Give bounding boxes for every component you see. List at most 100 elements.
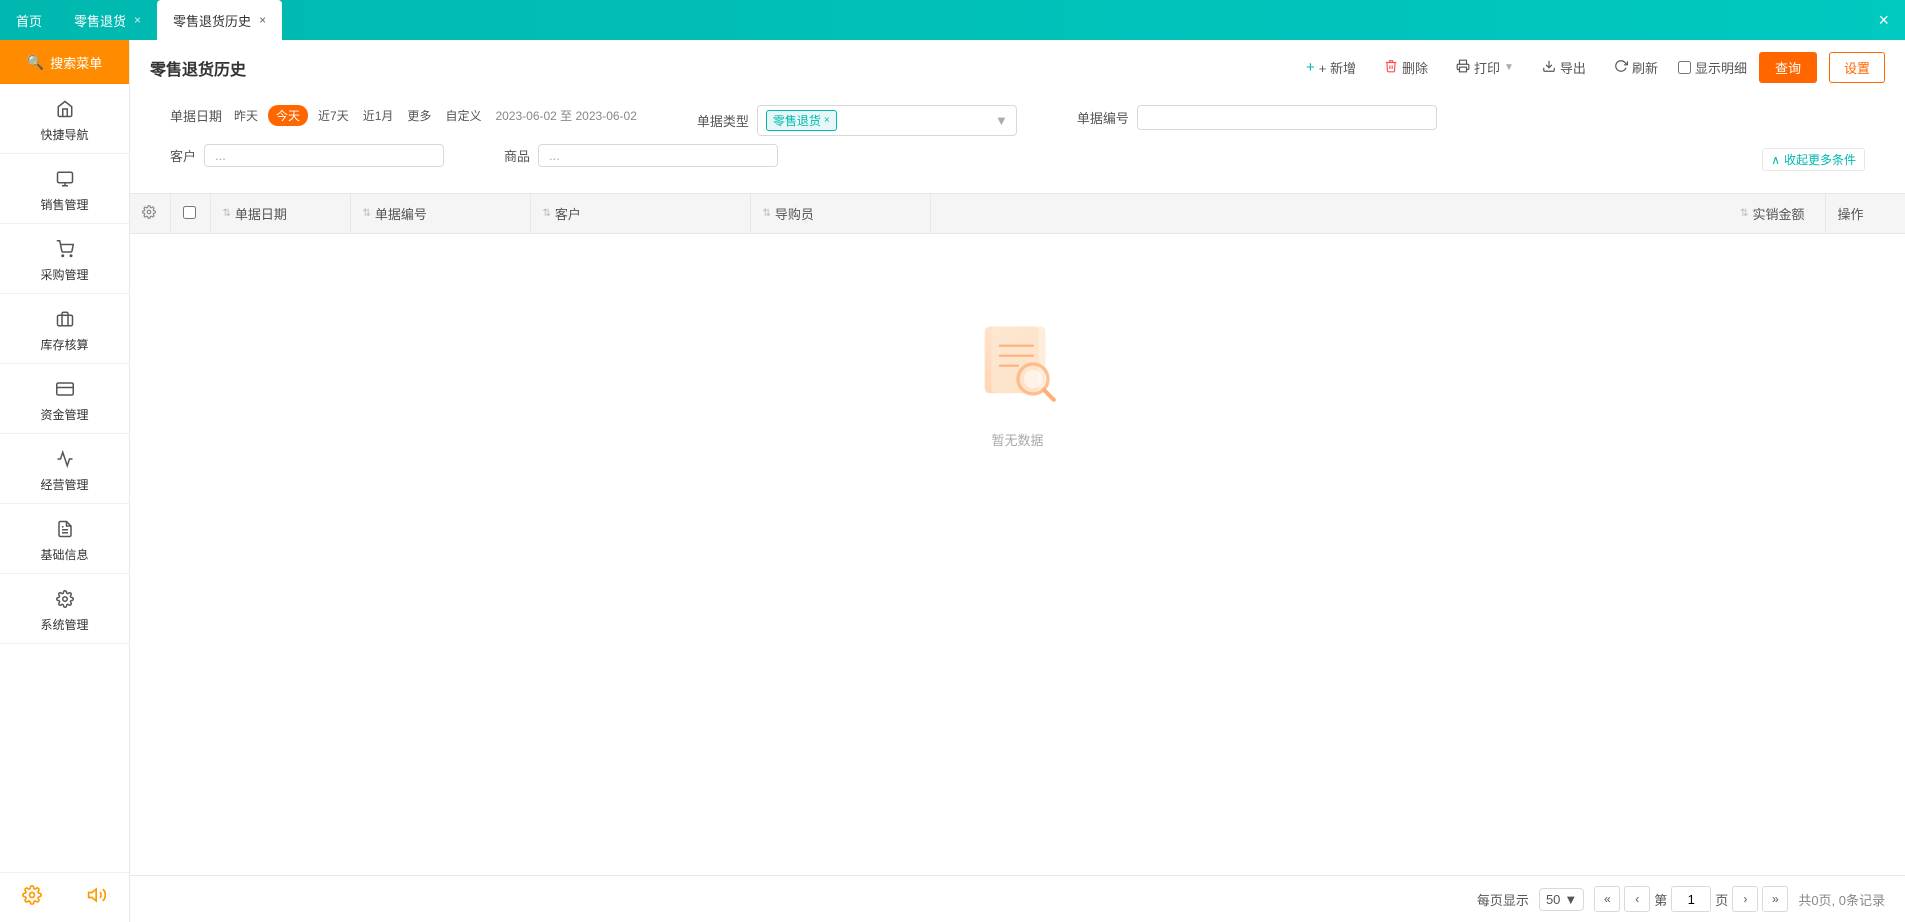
col-num-sort-icon[interactable]: ⇅ — [363, 208, 371, 219]
date-option-today[interactable]: 今天 — [268, 105, 308, 126]
new-button[interactable]: + + 新增 — [1298, 54, 1364, 81]
date-option-last-month[interactable]: 近1月 — [359, 105, 398, 126]
col-amount-sort-icon[interactable]: ⇅ — [1740, 208, 1748, 219]
empty-text: 暂无数据 — [991, 430, 1043, 449]
tab-retail-return-history-label: 零售退货历史 — [173, 11, 251, 30]
tab-retail-return[interactable]: 零售退货 × — [58, 0, 157, 40]
sidebar-item-operations-label: 经营管理 — [40, 476, 88, 493]
empty-state-cell: 暂无数据 — [130, 234, 1905, 530]
export-label: 导出 — [1560, 58, 1586, 77]
sidebar-item-operations[interactable]: 经营管理 — [0, 434, 129, 504]
col-customer-sort-icon[interactable]: ⇅ — [543, 208, 551, 219]
filter-area: 单据日期 昨天 今天 近7天 近1月 更多 自定义 2023-06-02 至 2… — [150, 95, 1885, 193]
sidebar-item-system[interactable]: 系统管理 — [0, 574, 129, 644]
col-guide-header: ⇅ 导购员 — [750, 194, 930, 234]
inventory-icon — [54, 308, 76, 330]
system-icon — [54, 588, 76, 610]
tab-retail-return-history[interactable]: 零售退货历史 × — [157, 0, 282, 40]
tab-retail-return-close-icon[interactable]: × — [134, 13, 141, 27]
speaker-icon[interactable] — [87, 885, 107, 910]
table-settings-icon[interactable] — [142, 207, 156, 222]
collapse-button[interactable]: ∧ 收起更多条件 — [1762, 148, 1865, 171]
sidebar-item-inventory[interactable]: 库存核算 — [0, 294, 129, 364]
sidebar-search-button[interactable]: 🔍 搜索菜单 — [0, 40, 129, 84]
doc-type-select[interactable]: 零售退货 × ▼ — [757, 105, 1017, 136]
col-date-label: 单据日期 — [235, 204, 287, 223]
doc-num-input[interactable] — [1137, 105, 1437, 130]
page-size-select[interactable]: 50 ▼ — [1539, 888, 1584, 911]
table-header-row: ⇅ 单据日期 ⇅ 单据编号 ⇅ — [130, 194, 1905, 234]
page-prev-button[interactable]: ‹ — [1624, 886, 1650, 912]
doc-type-filter-label: 单据类型 — [697, 111, 749, 130]
display-detail-checkbox[interactable] — [1678, 61, 1691, 74]
col-customer-label: 客户 — [555, 204, 581, 223]
operations-icon — [54, 448, 76, 470]
sidebar-item-basic-info[interactable]: 基础信息 — [0, 504, 129, 574]
col-date-header: ⇅ 单据日期 — [210, 194, 350, 234]
empty-illustration — [968, 314, 1068, 414]
window-close-button[interactable]: × — [1862, 10, 1905, 31]
table-footer: 每页显示 50 ▼ « ‹ 第 页 › » 共0页, 0条记录 — [130, 875, 1905, 922]
basic-info-icon — [54, 518, 76, 540]
tab-retail-return-history-close-icon[interactable]: × — [259, 13, 266, 27]
export-button[interactable]: 导出 — [1534, 54, 1594, 81]
table-body: 暂无数据 — [130, 234, 1905, 530]
refresh-label: 刷新 — [1632, 58, 1658, 77]
content-area: 零售退货历史 + + 新增 删除 — [130, 40, 1905, 922]
date-option-custom[interactable]: 自定义 — [441, 105, 485, 126]
sidebar-item-purchase-mgmt-label: 采购管理 — [40, 266, 88, 283]
delete-button[interactable]: 删除 — [1376, 54, 1436, 81]
sidebar-search-label: 搜索菜单 — [50, 53, 102, 72]
page-title: 零售退货历史 — [150, 56, 246, 80]
refresh-button[interactable]: 刷新 — [1606, 54, 1666, 81]
display-detail-label: 显示明细 — [1695, 58, 1747, 77]
query-button[interactable]: 查询 — [1759, 52, 1817, 83]
page-header: 零售退货历史 + + 新增 删除 — [130, 40, 1905, 194]
page-first-button[interactable]: « — [1594, 886, 1620, 912]
page-last-button[interactable]: » — [1762, 886, 1788, 912]
query-label: 查询 — [1775, 58, 1801, 77]
data-table: ⇅ 单据日期 ⇅ 单据编号 ⇅ — [130, 194, 1905, 529]
doc-type-filter-group: 单据类型 零售退货 × ▼ — [697, 105, 1017, 136]
date-range-value: 2023-06-02 至 2023-06-02 — [495, 107, 636, 124]
collapse-label: 收起更多条件 — [1784, 151, 1856, 168]
sidebar-item-finance[interactable]: 资金管理 — [0, 364, 129, 434]
settings-button[interactable]: 设置 — [1829, 52, 1885, 83]
sidebar-item-quick-nav[interactable]: 快捷导航 — [0, 84, 129, 154]
customer-filter-group: 客户 ... — [170, 144, 444, 167]
new-icon: + — [1306, 59, 1315, 76]
filter-row-2: 客户 ... 商品 ... ∧ 收起更多条件 — [170, 144, 1865, 175]
delete-label: 删除 — [1402, 58, 1428, 77]
customer-input[interactable]: ... — [204, 144, 444, 167]
doc-type-tag-value: 零售退货 — [773, 112, 821, 129]
sidebar-item-inventory-label: 库存核算 — [40, 336, 88, 353]
sidebar-item-sales-mgmt[interactable]: 销售管理 — [0, 154, 129, 224]
page-size-expand-icon: ▼ — [1564, 892, 1577, 907]
select-all-checkbox[interactable] — [183, 206, 196, 219]
print-button[interactable]: 打印 ▼ — [1448, 54, 1522, 81]
toolbar: + + 新增 删除 打印 ▼ — [1298, 52, 1885, 83]
goods-input[interactable]: ... — [538, 144, 778, 167]
gear-icon[interactable] — [22, 885, 42, 910]
tab-home[interactable]: 首页 — [0, 0, 58, 40]
date-option-last7[interactable]: 近7天 — [314, 105, 353, 126]
page-next-button[interactable]: › — [1732, 886, 1758, 912]
col-op-header: 操作 — [1825, 194, 1905, 234]
page-current-input[interactable] — [1671, 886, 1711, 912]
col-guide-sort-icon[interactable]: ⇅ — [763, 208, 771, 219]
page-size-value: 50 — [1546, 892, 1560, 907]
sidebar-item-system-label: 系统管理 — [40, 616, 88, 633]
export-icon — [1542, 59, 1556, 76]
sidebar-item-purchase-mgmt[interactable]: 采购管理 — [0, 224, 129, 294]
settings-label: 设置 — [1844, 58, 1870, 77]
sort-up-icon[interactable]: ⇅ — [223, 208, 231, 219]
date-option-yesterday[interactable]: 昨天 — [230, 105, 262, 126]
date-option-more[interactable]: 更多 — [403, 105, 435, 126]
page-size-label: 每页显示 — [1477, 890, 1529, 909]
col-checkbox-header[interactable] — [170, 194, 210, 234]
goods-filter-group: 商品 ... — [504, 144, 778, 167]
col-settings-header[interactable] — [130, 194, 170, 234]
date-options: 昨天 今天 近7天 近1月 更多 自定义 — [230, 105, 485, 126]
doc-type-tag-remove-icon[interactable]: × — [824, 115, 830, 126]
customer-filter-label: 客户 — [170, 146, 196, 165]
